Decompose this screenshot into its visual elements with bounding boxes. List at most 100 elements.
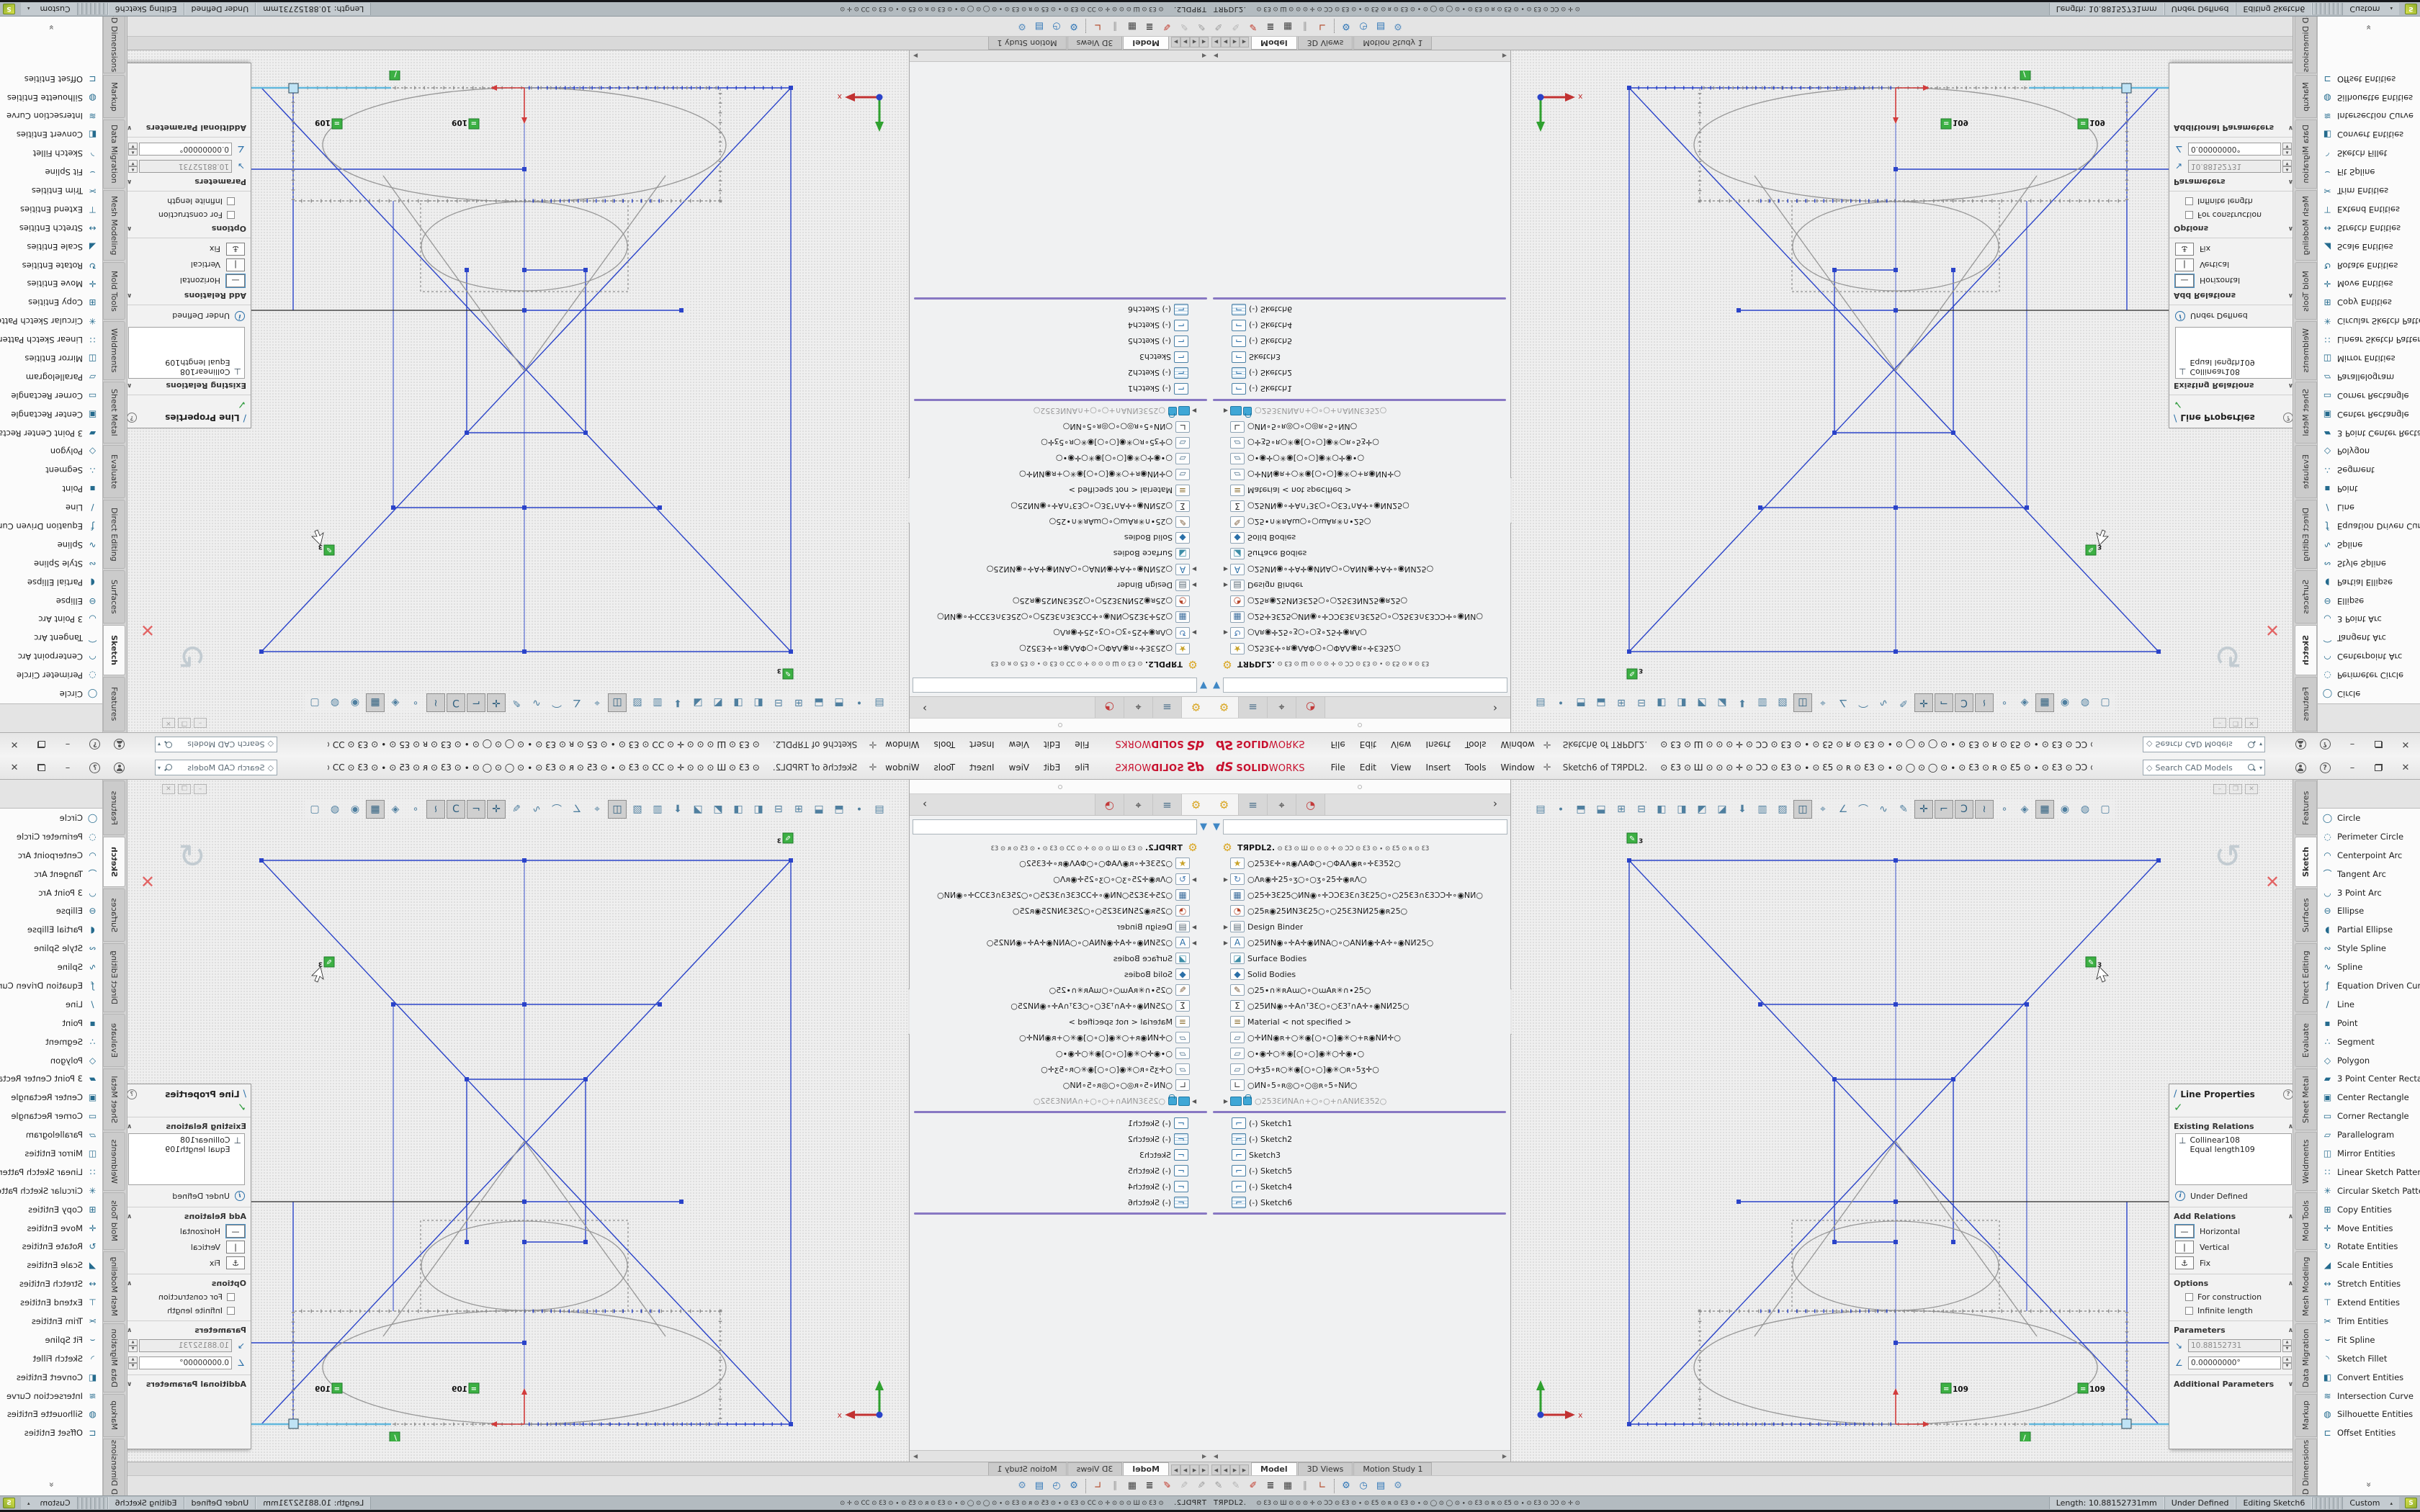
filter-tool-1[interactable]: ✎ xyxy=(1175,1477,1193,1495)
filter-tool-8[interactable]: ◷ xyxy=(1355,18,1372,35)
graphics-area[interactable]: ▤∙⬒⬓⊞⊟◧◨◩◪⬇▥▨◫⌖∠⌒∿✎✛⌐Ɔ≀∘◈▦◉◍▢ – ❒ ✕ xyxy=(127,50,908,732)
tool-circle[interactable]: ◯ Circle xyxy=(2318,809,2420,827)
search-box[interactable]: ◇ Search CAD Models ▾ xyxy=(155,760,277,775)
fix-icon[interactable]: ⚓ xyxy=(2175,243,2194,256)
scroll-right-icon[interactable]: ▶ xyxy=(910,1453,921,1459)
search-icon[interactable] xyxy=(2247,763,2256,772)
tool-scale-entities[interactable]: ◢ Scale Entities xyxy=(2318,238,2420,256)
child-window-controls[interactable]: – ❒ ✕ xyxy=(2210,784,2258,794)
tool-mirror-entities[interactable]: ◫ Mirror Entities xyxy=(0,349,102,368)
tool-corner-rectangle[interactable]: ▭ Corner Rectangle xyxy=(0,1107,102,1125)
tree-item[interactable]: ◆ Solid Bodies xyxy=(1211,966,1510,982)
propertymanager-tab[interactable]: ≡ xyxy=(1152,697,1181,718)
scroll-left-icon[interactable]: ◀ xyxy=(1198,1453,1210,1459)
length-field[interactable]: 10.88152731 xyxy=(139,1339,232,1352)
filter-tool-7[interactable]: ⚙ xyxy=(1337,1477,1355,1495)
tree-item[interactable]: ◆ Solid Bodies xyxy=(910,966,1209,982)
add-relation-vertical[interactable]: ❘ Vertical xyxy=(2169,257,2293,273)
tree-item[interactable]: ✎ ○25∙∩✳ʀAɯ○∘○ɯAʀ✳∩∙25○ xyxy=(910,514,1209,530)
tab-nav-buttons[interactable]: ◀◀▶▶ xyxy=(1211,37,1249,48)
tool-perimeter-circle[interactable]: ◌ Perimeter Circle xyxy=(0,827,102,846)
doc-tab-motion-study-1[interactable]: Motion Study 1 xyxy=(988,1462,1067,1475)
tree-item[interactable]: ▦ ○25✛3Ɛ25○ИΝ◉∘✛ƆƆƐ3Ɛ∩3Ɛ25○∘○25Ɛ3∩Ɛ3ƆƆ✛∘… xyxy=(1211,887,1510,903)
tab-nav-buttons[interactable]: ◀◀▶▶ xyxy=(1211,1464,1249,1475)
tool-partial-ellipse[interactable]: ◖ Partial Ellipse xyxy=(2318,573,2420,592)
cm-tab-sketch[interactable]: Sketch xyxy=(103,837,125,887)
tree-item[interactable]: ▶▤ Design Binder xyxy=(910,577,1209,593)
cm-tab-features[interactable]: Features xyxy=(103,677,125,732)
vertical-icon[interactable]: ❘ xyxy=(226,1241,245,1254)
tab-nav-3[interactable]: ▶ xyxy=(1240,37,1249,48)
confirmation-corner[interactable]: ↺ ✕ xyxy=(2214,620,2280,675)
filter-tool-1[interactable]: ✎ xyxy=(1175,18,1193,35)
tree-item-sketch[interactable]: ⌐ (-) Sketch5 xyxy=(1211,1163,1510,1179)
tree-item[interactable]: ▶A ○25ИΝ◉∘✛A✛◉ИΝA○∘○AΝИ◉✛A✛∘◉ΝИ25○ xyxy=(910,935,1209,950)
add-relation-horizontal[interactable]: — Horizontal xyxy=(2169,273,2293,289)
tree-item[interactable]: ◪ Surface Bodies xyxy=(910,950,1209,966)
tree-item[interactable]: Σ ○25ИΝ◉∘✛A∩ᵀ3Ɛ○∘○Ɛ3ᵀ∩A✛∘◉ΝИ25○ xyxy=(1211,998,1510,1014)
minimize-button[interactable]: – xyxy=(2342,758,2362,777)
relations-listbox[interactable]: ⊥ Collinear108Equal length109 xyxy=(128,327,245,379)
tree-item[interactable]: ▱ ○∙◉✛○✳◉[○∘○]◉✳○✛◉∙○ xyxy=(910,1045,1209,1061)
tab-nav-0[interactable]: ◀ xyxy=(1199,1464,1209,1475)
units-dropdown[interactable]: Custom▴ xyxy=(2342,1497,2399,1509)
tree-item[interactable]: ▱ ○∙◉✛○✳◉[○∘○]◉✳○✛◉∙○ xyxy=(1211,1045,1510,1061)
option-1[interactable]: Infinite length xyxy=(127,194,251,208)
tree-item[interactable]: ◔ ○25ʀ◉25ИΝ3Ɛ25○∘○25Ɛ3ΝИ25◉ʀ25○ xyxy=(910,593,1209,609)
tree-item[interactable]: ▱ ○✛ʒ5∘ʀ○✳◉[○∘○]◉✳○ʀ∘5ʒ✛○ xyxy=(1211,1061,1510,1077)
doc-tab-3d-views[interactable]: 3D Views xyxy=(1298,1462,1353,1475)
tree-item[interactable]: ▶A ○25ИΝ◉∘✛A✛◉ИΝA○∘○AΝИ◉✛A✛∘◉ΝИ25○ xyxy=(1211,562,1510,577)
tool-silhouette-entities[interactable]: ◍ Silhouette Entities xyxy=(2318,1405,2420,1424)
tree-horizontal-scrollbar[interactable]: ◀ ▶ xyxy=(910,1450,1210,1462)
doc-tab-model[interactable]: Model xyxy=(1123,1462,1169,1475)
filter-tool-10[interactable]: ⚙ xyxy=(1013,18,1031,35)
close-button[interactable]: ✕ xyxy=(4,758,24,777)
cm-tab-direct-editing[interactable]: Direct Editing xyxy=(2295,943,2317,1012)
scroll-left-icon[interactable]: ◀ xyxy=(1210,53,1222,59)
tree-item-sketch[interactable]: ⌐ (-) Sketch1 xyxy=(1211,381,1510,397)
cm-tab-surfaces[interactable]: Surfaces xyxy=(2295,888,2317,942)
doc-tab-3d-views[interactable]: 3D Views xyxy=(1298,37,1353,50)
tool-convert-entities[interactable]: ◧ Convert Entities xyxy=(0,1368,102,1387)
accept-check-icon[interactable]: ✓ xyxy=(2169,395,2293,411)
option-0[interactable]: For construction xyxy=(127,1290,251,1304)
rollback-bar[interactable] xyxy=(914,1111,1207,1113)
minimize-button[interactable]: – xyxy=(2342,735,2362,754)
tree-item-sketch[interactable]: ⌐ Sketch3 xyxy=(1211,349,1510,365)
tree-item[interactable]: ∟ ○ИΝ∘5∘ʀ◎○∘○◎ʀ∘5∘ΝИ○ xyxy=(1211,419,1510,435)
pin-icon[interactable]: ✛ xyxy=(1543,762,1551,773)
tool-circle[interactable]: ◯ Circle xyxy=(2318,685,2420,703)
scroll-right-icon[interactable]: ▶ xyxy=(910,53,921,59)
angle-field[interactable]: 0.00000000° xyxy=(2188,143,2281,156)
checkbox[interactable] xyxy=(2185,197,2193,205)
length-field[interactable]: 10.88152731 xyxy=(2188,1339,2281,1352)
collapse-icon[interactable]: ∧ xyxy=(127,179,132,186)
expand-arrow-icon[interactable]: ▶ xyxy=(1222,567,1230,573)
filter-tool-7[interactable]: ⚙ xyxy=(1065,1477,1083,1495)
tree-item[interactable]: ∟ ○ИΝ∘5∘ʀ◎○∘○◎ʀ∘5∘ΝИ○ xyxy=(1211,1077,1510,1093)
filter-tool-10[interactable]: ⚙ xyxy=(1389,1477,1407,1495)
search-box[interactable]: ◇ Search CAD Models ▾ xyxy=(2143,737,2265,752)
filter-tool-9[interactable]: ▤ xyxy=(1031,1477,1048,1495)
filter-tool-7[interactable]: ⚙ xyxy=(1065,18,1083,35)
cm-tab-markup[interactable]: Markup xyxy=(2295,1394,2317,1437)
filter-tool-2[interactable]: ✐ xyxy=(1158,18,1175,35)
minimize-button[interactable]: – xyxy=(58,758,78,777)
selected-endpoint-handle[interactable] xyxy=(2122,84,2131,93)
checkbox[interactable] xyxy=(227,211,235,219)
tree-root-part[interactable]: ⚙ TЯPDL2. ⊙ Ɛ3 ⊙ Ш ⊙ ⊙ ⊙ ✛ ⊙ ƆƆ ⊙ Ɛ3 ⊙ ∙… xyxy=(1211,840,1510,855)
confirmation-corner[interactable]: ↺ ✕ xyxy=(140,837,206,892)
tool-stretch-entities[interactable]: ↔ Stretch Entities xyxy=(0,1274,102,1293)
cm-tab-markup[interactable]: Markup xyxy=(103,1394,125,1437)
tool-3-point-arc[interactable]: ◡ 3 Point Arc xyxy=(0,611,102,629)
angle-spinner[interactable]: ▲▼ xyxy=(2282,1356,2292,1369)
cm-tab-mesh-modeling[interactable]: Mesh Modeling xyxy=(2295,1251,2317,1322)
tool-center-rectangle[interactable]: ▣ Center Rectangle xyxy=(2318,1088,2420,1107)
filter-tool-8[interactable]: ◷ xyxy=(1048,18,1065,35)
filter-tool-3[interactable]: ≣ xyxy=(1141,1477,1158,1495)
rollback-bar[interactable] xyxy=(1213,399,1506,401)
tab-nav-3[interactable]: ▶ xyxy=(1171,1464,1180,1475)
filter-tool-6[interactable]: ∟ xyxy=(1314,1477,1331,1495)
tool-stretch-entities[interactable]: ↔ Stretch Entities xyxy=(0,219,102,238)
tree-item[interactable]: ▶A ○25ИΝ◉∘✛A✛◉ИΝA○∘○AΝИ◉✛A✛∘◉ΝИ25○ xyxy=(1211,935,1510,950)
